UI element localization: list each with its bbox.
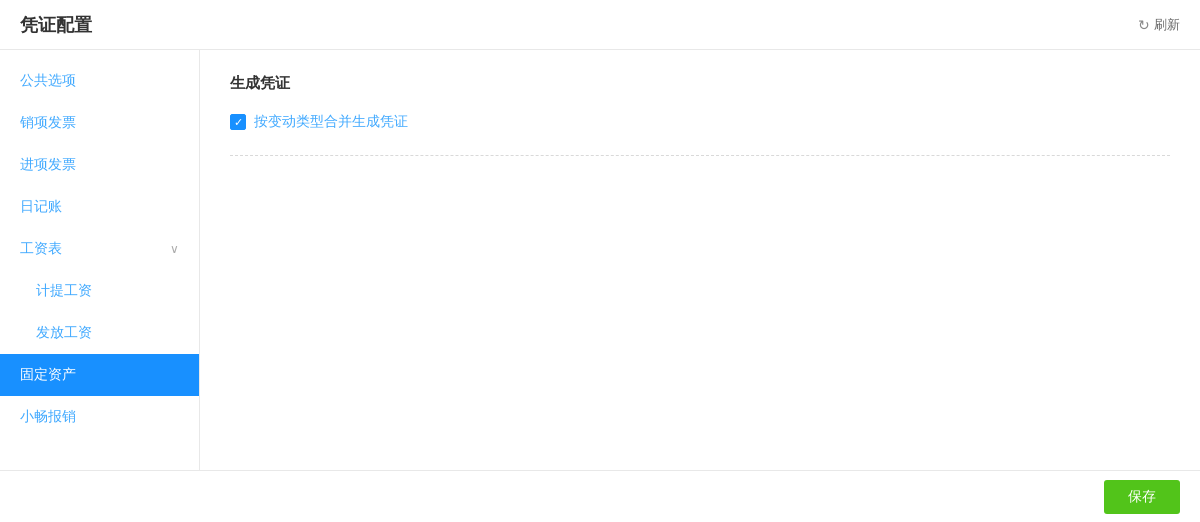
refresh-icon: ↻	[1138, 17, 1150, 33]
sidebar-item-pay-salary[interactable]: 发放工资	[0, 312, 199, 354]
sidebar-label-payroll: 工资表	[20, 240, 62, 258]
page-wrapper: 凭证配置 ↻ 刷新 公共选项销项发票进项发票日记账工资表 ∨ 计提工资发放工资固定资…	[0, 0, 1200, 522]
sidebar: 公共选项销项发票进项发票日记账工资表 ∨ 计提工资发放工资固定资产小畅报销	[0, 50, 200, 470]
sidebar-label-pay-salary: 发放工资	[36, 324, 92, 342]
sidebar-label-calculate-salary: 计提工资	[36, 282, 92, 300]
merge-checkbox-label: 按变动类型合并生成凭证	[254, 113, 408, 131]
sidebar-item-purchase-invoice[interactable]: 进项发票	[0, 144, 199, 186]
sidebar-item-expense-report[interactable]: 小畅报销	[0, 396, 199, 438]
merge-checkbox[interactable]	[230, 114, 246, 130]
refresh-label: 刷新	[1154, 16, 1180, 34]
save-button[interactable]: 保存	[1104, 480, 1180, 514]
sidebar-label-purchase-invoice: 进项发票	[20, 156, 76, 174]
page-title: 凭证配置	[20, 13, 92, 37]
sidebar-label-public-options: 公共选项	[20, 72, 76, 90]
header: 凭证配置 ↻ 刷新	[0, 0, 1200, 50]
content-area: 公共选项销项发票进项发票日记账工资表 ∨ 计提工资发放工资固定资产小畅报销 生成凭证…	[0, 50, 1200, 470]
sidebar-label-journal: 日记账	[20, 198, 62, 216]
sidebar-label-expense-report: 小畅报销	[20, 408, 76, 426]
footer: 保存	[0, 470, 1200, 522]
sidebar-item-fixed-assets[interactable]: 固定资产	[0, 354, 199, 396]
sidebar-item-calculate-salary[interactable]: 计提工资	[0, 270, 199, 312]
main-content: 生成凭证 按变动类型合并生成凭证	[200, 50, 1200, 470]
section-title: 生成凭证	[230, 74, 1170, 93]
sidebar-item-sales-invoice[interactable]: 销项发票	[0, 102, 199, 144]
sidebar-item-journal[interactable]: 日记账	[0, 186, 199, 228]
sidebar-label-fixed-assets: 固定资产	[20, 366, 76, 384]
sidebar-item-payroll[interactable]: 工资表 ∨	[0, 228, 199, 270]
checkbox-row: 按变动类型合并生成凭证	[230, 113, 1170, 131]
sidebar-label-sales-invoice: 销项发票	[20, 114, 76, 132]
refresh-button[interactable]: ↻ 刷新	[1138, 16, 1180, 34]
sidebar-item-public-options[interactable]: 公共选项	[0, 60, 199, 102]
divider	[230, 155, 1170, 156]
chevron-down-icon: ∨	[170, 242, 179, 256]
